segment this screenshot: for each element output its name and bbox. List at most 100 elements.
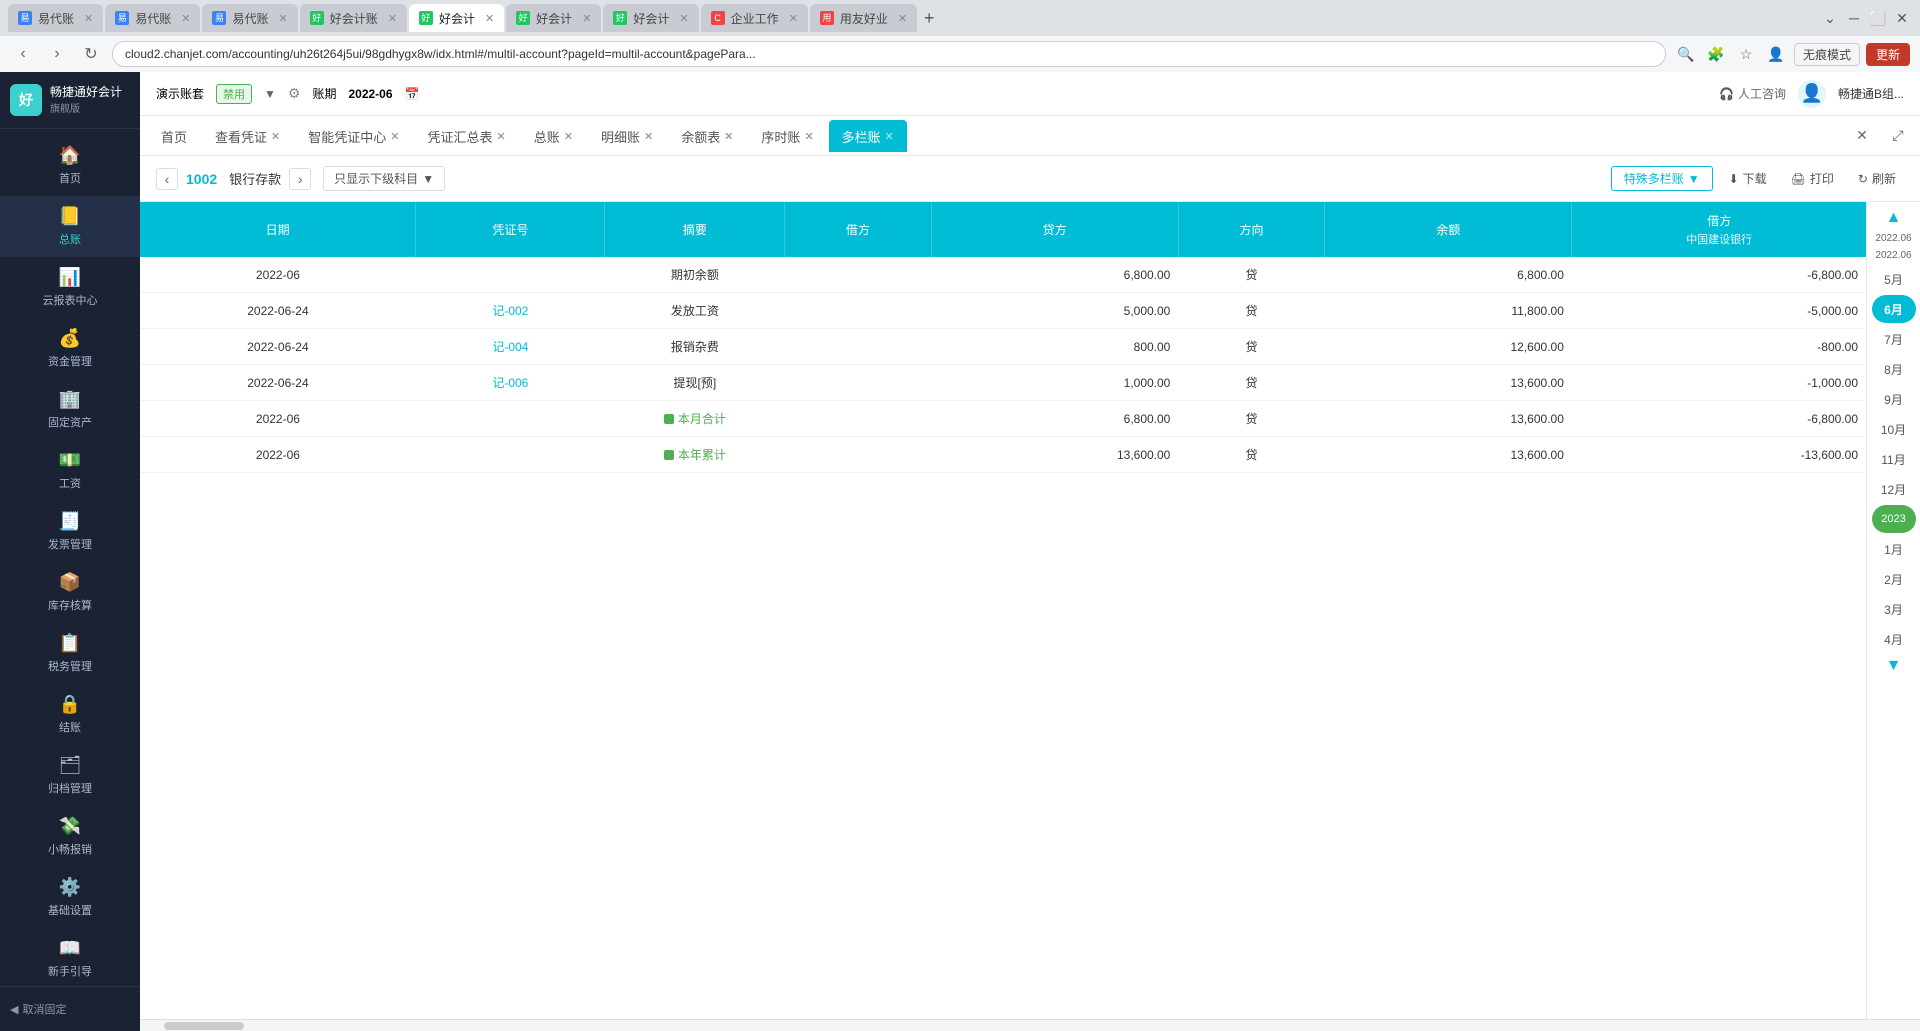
tab-balance-table-close[interactable]: ✕ [724,130,733,143]
reload-button[interactable]: ↻ [78,41,104,67]
cal-month-10[interactable]: 10月 [1872,415,1916,443]
browser-tab-4[interactable]: 好 好会计账 ✕ [300,4,407,32]
restore-button[interactable]: ⬜ [1868,8,1888,28]
sidebar-item-guide[interactable]: 📖 新手引导 [0,928,140,986]
tab-balance-table[interactable]: 余额表 ✕ [668,120,746,152]
sidebar-item-salary[interactable]: 💵 工资 [0,440,140,501]
tab-multi-account-close[interactable]: ✕ [885,130,894,143]
tab-home[interactable]: 首页 [148,120,200,152]
search-icon[interactable]: 🔍 [1674,42,1698,66]
tab-voucher-summary[interactable]: 凭证汇总表 ✕ [414,120,518,152]
unpin-button[interactable]: ◀ 取消固定 [6,997,134,1021]
voucher-link-1[interactable]: 记-002 [492,304,528,318]
next-account-button[interactable]: › [289,168,311,190]
cal-month-12[interactable]: 12月 [1872,475,1916,503]
wuhen-button[interactable]: 无痕模式 [1794,43,1860,66]
cal-month-7[interactable]: 7月 [1872,325,1916,353]
cell-voucher-3[interactable]: 记-006 [416,365,605,401]
print-button[interactable]: 🖨 打印 [1783,167,1842,190]
sidebar-item-close[interactable]: 🔒 结账 [0,684,140,745]
prev-account-button[interactable]: ‹ [156,168,178,190]
update-button[interactable]: 更新 [1866,43,1910,66]
new-tab-button[interactable]: + [919,8,939,28]
refresh-button[interactable]: ↻ 刷新 [1850,167,1904,190]
sidebar-item-inventory[interactable]: 📦 库存核算 [0,562,140,623]
tab-general-ledger[interactable]: 总账 ✕ [521,120,586,152]
tab-detail-ledger-close[interactable]: ✕ [644,130,653,143]
cal-month-8[interactable]: 8月 [1872,355,1916,383]
tab-smart-voucher[interactable]: 智能凭证中心 ✕ [295,120,412,152]
bottom-scroll[interactable] [140,1019,1920,1031]
tab-multi-account[interactable]: 多栏账 ✕ [829,120,907,152]
browser-tab-7[interactable]: 好 好会计 ✕ [603,4,698,32]
service-button[interactable]: 🎧 人工咨询 [1719,85,1786,102]
cal-month-5[interactable]: 5月 [1872,265,1916,293]
tab-list-button[interactable]: ⌄ [1820,8,1840,28]
extension-icon[interactable]: 🧩 [1704,42,1728,66]
tab-voucher-summary-close[interactable]: ✕ [497,130,506,143]
cal-month-6[interactable]: 6月 [1872,295,1916,323]
tab-detail-ledger[interactable]: 明细账 ✕ [588,120,666,152]
tab-close-9[interactable]: ✕ [898,12,907,25]
sidebar-item-expense[interactable]: 💸 小畅报销 [0,806,140,867]
filter-button[interactable]: 只显示下级科目 ▼ [323,166,445,191]
cal-month-2023-4[interactable]: 4月 [1872,625,1916,653]
browser-tab-1[interactable]: 易 易代账 ✕ [8,4,103,32]
dropdown-arrow-icon[interactable]: ▼ [264,87,276,101]
tab-sequence-ledger-close[interactable]: ✕ [804,130,813,143]
tab-close-6[interactable]: ✕ [582,12,591,25]
cal-month-2023-2[interactable]: 2月 [1872,565,1916,593]
tab-close-2[interactable]: ✕ [181,12,190,25]
sidebar-item-settings[interactable]: ⚙️ 基础设置 [0,867,140,928]
tab-view-voucher[interactable]: 查看凭证 ✕ [202,120,293,152]
expand-panel-button[interactable]: ⤢ [1884,122,1912,150]
sidebar-item-report[interactable]: 📊 云报表中心 [0,257,140,318]
cal-month-2023-3[interactable]: 3月 [1872,595,1916,623]
collapse-panel-button[interactable]: ✕ [1848,122,1876,150]
special-multiledger-button[interactable]: 特殊多栏账 ▼ [1611,166,1713,191]
cell-voucher-2[interactable]: 记-004 [416,329,605,365]
tab-close-5[interactable]: ✕ [485,12,494,25]
download-button[interactable]: ⬇ 下载 [1721,167,1775,190]
sidebar-item-tax[interactable]: 📋 税务管理 [0,623,140,684]
calendar-up-button[interactable]: ▲ [1882,206,1906,230]
tab-close-3[interactable]: ✕ [278,12,287,25]
sidebar-item-ledger[interactable]: 📒 总账 [0,196,140,257]
cal-month-9[interactable]: 9月 [1872,385,1916,413]
voucher-link-2[interactable]: 记-004 [492,340,528,354]
browser-tab-3[interactable]: 易 易代账 ✕ [202,4,297,32]
close-window-button[interactable]: ✕ [1892,8,1912,28]
tab-smart-voucher-close[interactable]: ✕ [390,130,399,143]
forward-button[interactable]: › [44,41,70,67]
sidebar-item-home[interactable]: 🏠 首页 [0,135,140,196]
back-button[interactable]: ‹ [10,41,36,67]
calendar-down-button[interactable]: ▼ [1882,654,1906,678]
star-icon[interactable]: ☆ [1734,42,1758,66]
tab-close-7[interactable]: ✕ [679,12,688,25]
cell-voucher-1[interactable]: 记-002 [416,293,605,329]
tab-close-8[interactable]: ✕ [789,12,798,25]
browser-tab-5[interactable]: 好 好会计 ✕ [409,4,504,32]
sidebar-item-archive[interactable]: 🗂 归档管理 [0,745,140,806]
tab-sequence-ledger[interactable]: 序时账 ✕ [748,120,826,152]
cal-month-11[interactable]: 11月 [1872,445,1916,473]
sidebar-item-fund[interactable]: 💰 资金管理 [0,318,140,379]
browser-tab-6[interactable]: 好 好会计 ✕ [506,4,601,32]
settings-gear-icon[interactable]: ⚙ [288,85,301,102]
tab-general-ledger-close[interactable]: ✕ [564,130,573,143]
scroll-thumb[interactable] [164,1022,244,1030]
minimize-button[interactable]: ─ [1844,8,1864,28]
calendar-icon[interactable]: 📅 [405,87,420,101]
tab-close-4[interactable]: ✕ [388,12,397,25]
address-input[interactable] [112,41,1666,67]
profile-icon[interactable]: 👤 [1764,42,1788,66]
sidebar-item-invoice[interactable]: 🧾 发票管理 [0,501,140,562]
browser-tab-2[interactable]: 易 易代账 ✕ [105,4,200,32]
tab-close-1[interactable]: ✕ [84,12,93,25]
browser-tab-8[interactable]: C 企业工作 ✕ [701,4,808,32]
browser-tab-9[interactable]: 用 用友好业 ✕ [810,4,917,32]
tab-view-voucher-close[interactable]: ✕ [271,130,280,143]
cal-month-2023-1[interactable]: 1月 [1872,535,1916,563]
sidebar-item-fixed[interactable]: 🏢 固定资产 [0,379,140,440]
voucher-link-3[interactable]: 记-006 [492,376,528,390]
